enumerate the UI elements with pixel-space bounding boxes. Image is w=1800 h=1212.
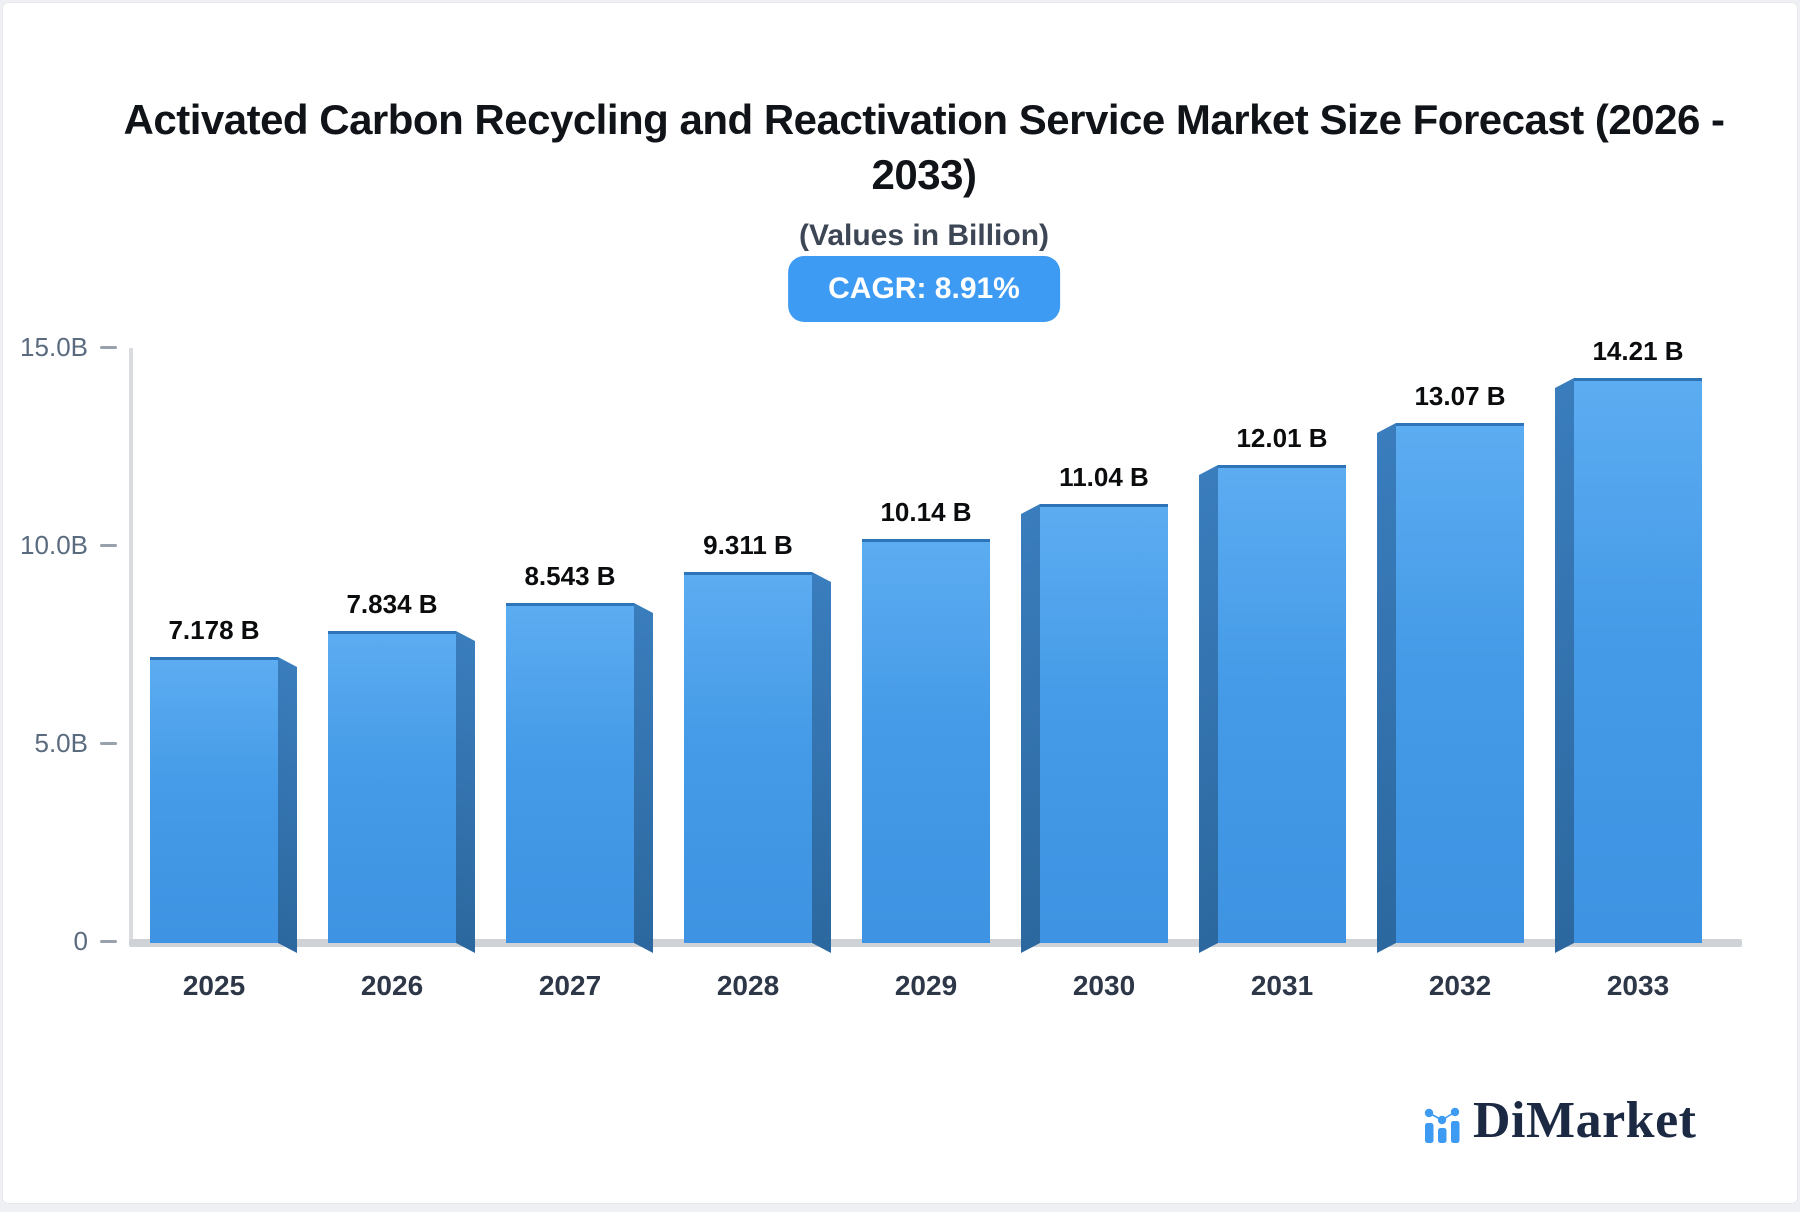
bar-value-label-2032: 13.07 B (1414, 381, 1505, 412)
logo-text: DiMarket (1473, 1096, 1696, 1146)
y-tick-label-10.0B: 10.0B (0, 528, 88, 562)
bar-2031[interactable] (1218, 465, 1346, 943)
bar-2025[interactable] (150, 657, 278, 943)
bar-2033[interactable] (1574, 378, 1702, 943)
bar-side-face-2027 (634, 603, 653, 953)
bar-side-face-2030 (1021, 504, 1040, 953)
bar-value-label-2029: 10.14 B (880, 497, 971, 528)
x-tick-label-2026: 2026 (361, 970, 423, 1002)
y-tick-mark (100, 544, 117, 547)
bar-side-face-2033 (1555, 378, 1574, 953)
report-page: Activated Carbon Recycling and Reactivat… (0, 0, 1800, 1212)
y-tick-label-15.0B: 15.0B (0, 330, 88, 364)
page-bottom-strip (0, 1204, 1800, 1212)
bar-2029[interactable] (862, 539, 990, 943)
bar-value-label-2026: 7.834 B (346, 589, 437, 620)
y-tick-mark (100, 940, 117, 943)
y-tick-label-5.0B: 5.0B (0, 726, 88, 760)
y-axis-line (129, 348, 133, 942)
y-tick-mark (100, 742, 117, 745)
bar-2026[interactable] (328, 631, 456, 943)
y-tick-mark (100, 346, 117, 349)
x-tick-label-2030: 2030 (1073, 970, 1135, 1002)
bar-value-label-2030: 11.04 B (1059, 462, 1149, 493)
bar-chart: 0 5.0B 10.0B 15.0B 7.178 B 2025 7.834 B 2026 8.5… (0, 0, 1800, 1212)
bar-side-face-2026 (456, 631, 475, 953)
x-tick-label-2027: 2027 (539, 970, 601, 1002)
bar-2028[interactable] (684, 572, 812, 943)
bar-value-label-2025: 7.178 B (168, 615, 259, 646)
bar-value-label-2028: 9.311 B (703, 530, 793, 561)
bar-side-face-2032 (1377, 423, 1396, 953)
x-tick-label-2032: 2032 (1429, 970, 1491, 1002)
bar-2032[interactable] (1396, 423, 1524, 943)
dimarket-logo: DiMarket (1424, 1096, 1696, 1146)
bar-2027[interactable] (506, 603, 634, 943)
bar-value-label-2027: 8.543 B (524, 561, 615, 592)
bar-value-label-2033: 14.21 B (1592, 336, 1683, 367)
x-tick-label-2031: 2031 (1251, 970, 1313, 1002)
bar-2030[interactable] (1040, 504, 1168, 943)
x-tick-label-2028: 2028 (717, 970, 779, 1002)
x-tick-label-2029: 2029 (895, 970, 957, 1002)
bar-side-face-2031 (1199, 465, 1218, 953)
bar-value-label-2031: 12.01 B (1236, 423, 1327, 454)
x-tick-label-2025: 2025 (183, 970, 245, 1002)
y-tick-label-0: 0 (0, 924, 88, 958)
bar-side-face-2028 (812, 572, 831, 953)
bar-chart-logo-icon (1424, 1106, 1464, 1146)
x-tick-label-2033: 2033 (1607, 970, 1669, 1002)
bar-side-face-2025 (278, 657, 297, 953)
